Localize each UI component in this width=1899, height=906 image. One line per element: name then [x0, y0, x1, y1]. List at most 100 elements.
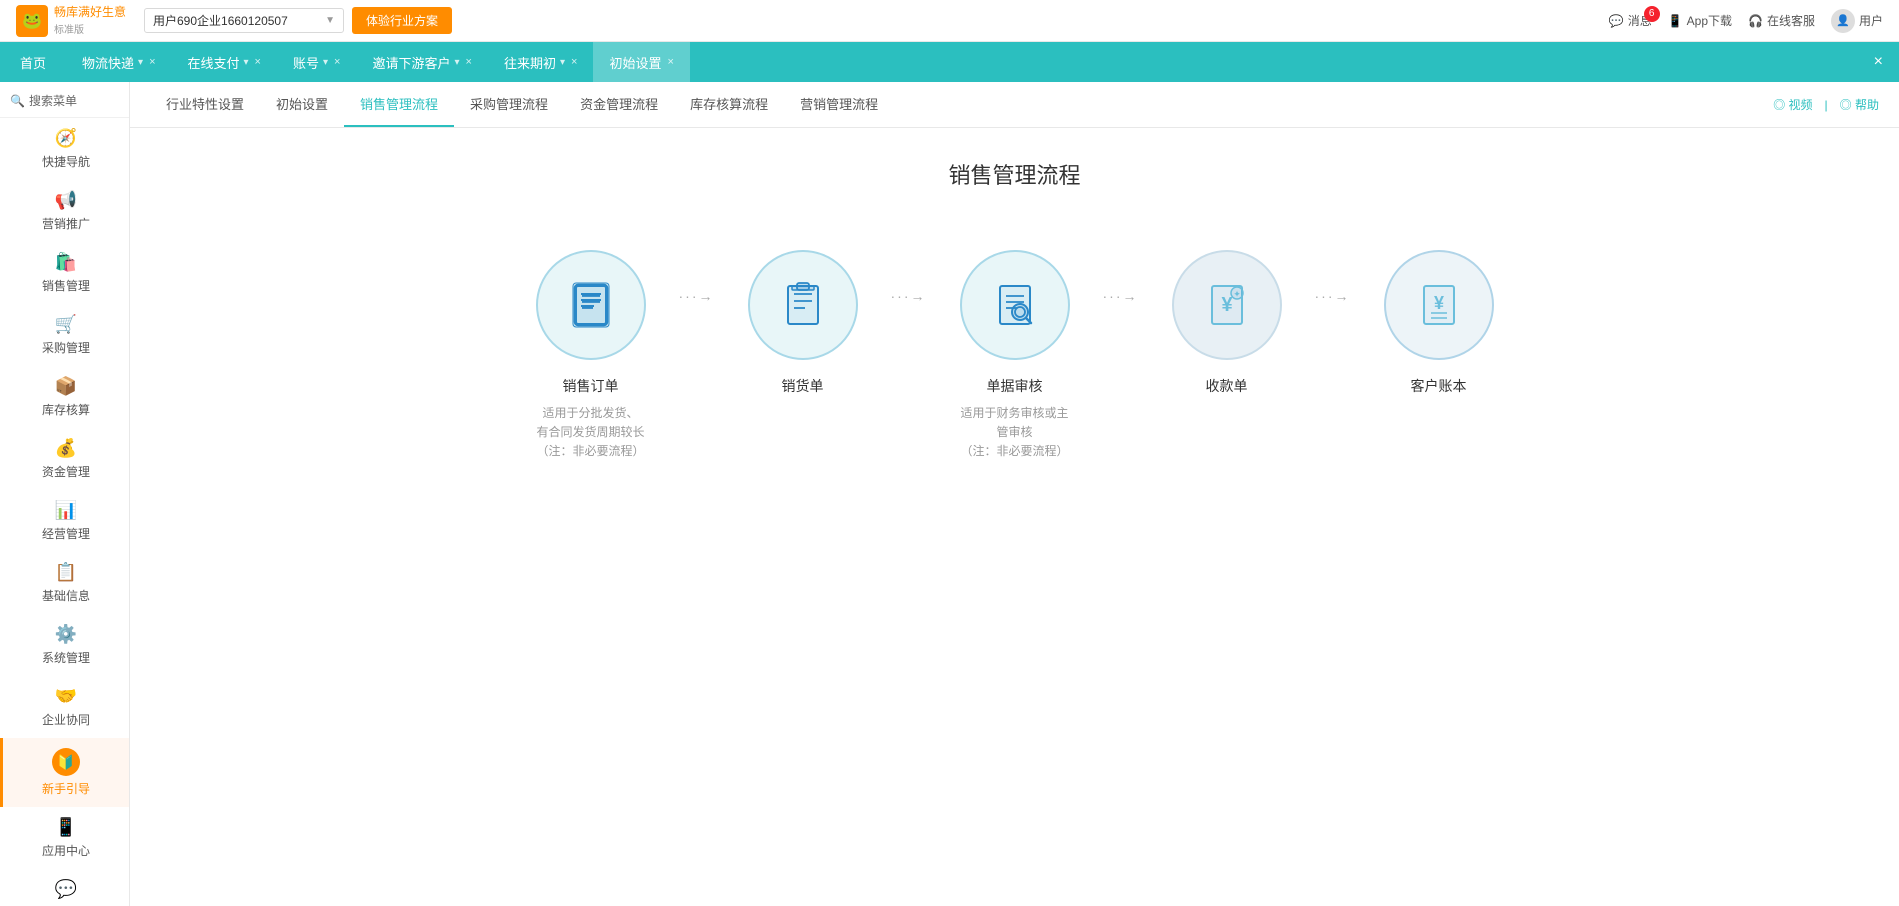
capital-icon: 💰 [55, 438, 77, 459]
trial-button[interactable]: 体验行业方案 [352, 7, 452, 34]
online-service-button[interactable]: 🎧 在线客服 [1748, 12, 1815, 29]
sub-tab-basic-setup[interactable]: 初始设置 [260, 82, 344, 127]
close-icon[interactable]: × [667, 56, 673, 68]
sub-tab-inventory-flow[interactable]: 库存核算流程 [674, 82, 784, 127]
sub-tabs: 行业特性设置 初始设置 销售管理流程 采购管理流程 资金管理流程 库存核算流程 [130, 82, 1899, 128]
nav-bar-close-button[interactable]: × [1858, 42, 1899, 82]
sub-tab-industry[interactable]: 行业特性设置 [150, 82, 260, 127]
logo-icon: 🐸 [16, 5, 48, 37]
sidebar-item-quick-nav[interactable]: 🧭 快捷导航 [0, 118, 129, 180]
sidebar-item-marketing[interactable]: 📢 营销推广 [0, 180, 129, 242]
video-help-button[interactable]: ◎ 视频 [1773, 96, 1812, 113]
sidebar-item-label: 新手引导 [42, 780, 90, 797]
nav-tab-home[interactable]: 首页 [0, 42, 66, 82]
search-icon: 🔍 [10, 94, 25, 108]
sub-tab-marketing-flow[interactable]: 营销管理流程 [784, 82, 894, 127]
sidebar-item-sales[interactable]: 🛍️ 销售管理 [0, 242, 129, 304]
app-download-button[interactable]: 📱 App下载 [1668, 12, 1732, 29]
step-name-customer-ledger: 客户账本 [1411, 376, 1467, 396]
sidebar-item-label: 快捷导航 [42, 153, 90, 170]
sidebar-item-capital[interactable]: 💰 资金管理 [0, 428, 129, 490]
svg-text:¥: ¥ [1433, 293, 1443, 313]
flow-step-customer-ledger[interactable]: ¥ 客户账本 [1359, 250, 1519, 404]
flow-arrow-4: ···→ [1307, 288, 1359, 304]
flow-step-sales-order[interactable]: 销售订单 适用于分批发货、有合同发货周期较长（注：非必要流程） [511, 250, 671, 462]
sidebar-item-label: 经营管理 [42, 525, 90, 542]
operations-icon: 📊 [55, 500, 77, 521]
sidebar-item-label: 库存核算 [42, 401, 90, 418]
close-icon[interactable]: × [466, 56, 472, 68]
svg-text:✦: ✦ [1233, 289, 1241, 299]
user-menu[interactable]: 👤 用户 [1831, 9, 1883, 33]
sidebar-item-cooperation[interactable]: 🤝 企业协同 [0, 676, 129, 738]
sub-tab-sales-flow[interactable]: 销售管理流程 [344, 82, 454, 127]
sidebar: 🔍 搜索菜单 🧭 快捷导航 📢 营销推广 🛍️ 销售管理 🛒 采购管理 📦 [0, 82, 130, 906]
step-circle-receipt: ¥ ✦ [1172, 250, 1282, 360]
chevron-down-icon: ▼ [325, 15, 335, 26]
nav-tab-invite[interactable]: 邀请下游客户 ▾ × [356, 42, 487, 82]
close-icon[interactable]: × [571, 56, 577, 68]
search-menu-button[interactable]: 🔍 搜索菜单 [0, 82, 129, 118]
flow-step-order-review[interactable]: 单据审核 适用于财务审核或主管审核（注：非必要流程） [935, 250, 1095, 462]
arrow-icon: ···→ [679, 288, 715, 304]
nav-tab-period[interactable]: 往来期初 ▾ × [488, 42, 593, 82]
cooperation-icon: 🤝 [55, 686, 77, 707]
sidebar-item-basic-info[interactable]: 📋 基础信息 [0, 552, 129, 614]
sidebar-item-app-center[interactable]: 📱 应用中心 [0, 807, 129, 869]
payment-tab-label: 在线支付 [188, 53, 240, 72]
step-name-receipt: 收款单 [1206, 376, 1248, 396]
help-button[interactable]: ◎ 帮助 [1840, 96, 1879, 113]
marketing-icon: 📢 [55, 190, 77, 211]
sidebar-item-purchase[interactable]: 🛒 采购管理 [0, 304, 129, 366]
flow-step-receipt[interactable]: ¥ ✦ 收款单 [1147, 250, 1307, 404]
step-circle-sales-order [536, 250, 646, 360]
avatar: 👤 [1831, 9, 1855, 33]
app-download-label: App下载 [1687, 12, 1732, 29]
message-badge: 6 [1644, 6, 1660, 22]
sidebar-item-label: 销售管理 [42, 277, 90, 294]
sidebar-item-wechat[interactable]: 💬 企业微信 [0, 869, 129, 906]
top-bar-right: 💬 消息 6 📱 App下载 🎧 在线客服 👤 用户 [1609, 9, 1883, 33]
flow-arrow-3: ···→ [1095, 288, 1147, 304]
step-name-sales-invoice: 销货单 [782, 376, 824, 396]
nav-tab-payment[interactable]: 在线支付 ▾ × [172, 42, 277, 82]
close-icon[interactable]: × [334, 56, 340, 68]
guide-icon: 🔰 [52, 748, 80, 776]
sidebar-item-system[interactable]: ⚙️ 系统管理 [0, 614, 129, 676]
user-label: 用户 [1859, 12, 1883, 29]
flow-step-sales-invoice[interactable]: 销货单 [723, 250, 883, 404]
step-name-sales-order: 销售订单 [563, 376, 619, 396]
nav-tab-logistics[interactable]: 物流快递 ▾ × [66, 42, 171, 82]
nav-tab-init[interactable]: 初始设置 × [593, 42, 689, 82]
sub-tab-capital-flow[interactable]: 资金管理流程 [564, 82, 674, 127]
step-desc-sales-order: 适用于分批发货、有合同发货周期较长（注：非必要流程） [536, 404, 644, 462]
sub-tab-purchase-flow[interactable]: 采购管理流程 [454, 82, 564, 127]
step-circle-sales-invoice [748, 250, 858, 360]
svg-text:¥: ¥ [1221, 294, 1233, 316]
logistics-tab-label: 物流快递 [82, 53, 134, 72]
sidebar-item-operations[interactable]: 📊 经营管理 [0, 490, 129, 552]
sidebar-item-label: 营销推广 [42, 215, 90, 232]
user-selector[interactable]: 用户690企业1660120507 ▼ [144, 8, 344, 33]
sidebar-item-guide[interactable]: 🔰 新手引导 [0, 738, 129, 807]
message-button[interactable]: 💬 消息 6 [1609, 12, 1652, 29]
nav-tab-account[interactable]: 账号 ▾ × [277, 42, 356, 82]
close-icon[interactable]: × [255, 56, 261, 68]
dropdown-arrow-icon: ▾ [323, 57, 328, 68]
main-area: 🔍 搜索菜单 🧭 快捷导航 📢 营销推广 🛍️ 销售管理 🛒 采购管理 📦 [0, 82, 1899, 906]
search-menu-label: 搜索菜单 [29, 92, 77, 109]
sidebar-item-label: 资金管理 [42, 463, 90, 480]
system-icon: ⚙️ [55, 624, 77, 645]
period-tab-label: 往来期初 [504, 53, 556, 72]
sidebar-item-label: 系统管理 [42, 649, 90, 666]
logo-name: 畅库满好生意 [54, 5, 126, 21]
purchase-icon: 🛒 [55, 314, 77, 335]
message-icon: 💬 [1609, 14, 1624, 28]
sidebar-item-label: 采购管理 [42, 339, 90, 356]
close-icon[interactable]: × [149, 56, 155, 68]
online-service-label: 在线客服 [1767, 12, 1815, 29]
flow-content: 销售管理流程 [130, 128, 1899, 906]
dropdown-arrow-icon: ▾ [138, 57, 143, 68]
sidebar-item-inventory[interactable]: 📦 库存核算 [0, 366, 129, 428]
top-bar: 🐸 畅库满好生意 标准版 用户690企业1660120507 ▼ 体验行业方案 … [0, 0, 1899, 42]
